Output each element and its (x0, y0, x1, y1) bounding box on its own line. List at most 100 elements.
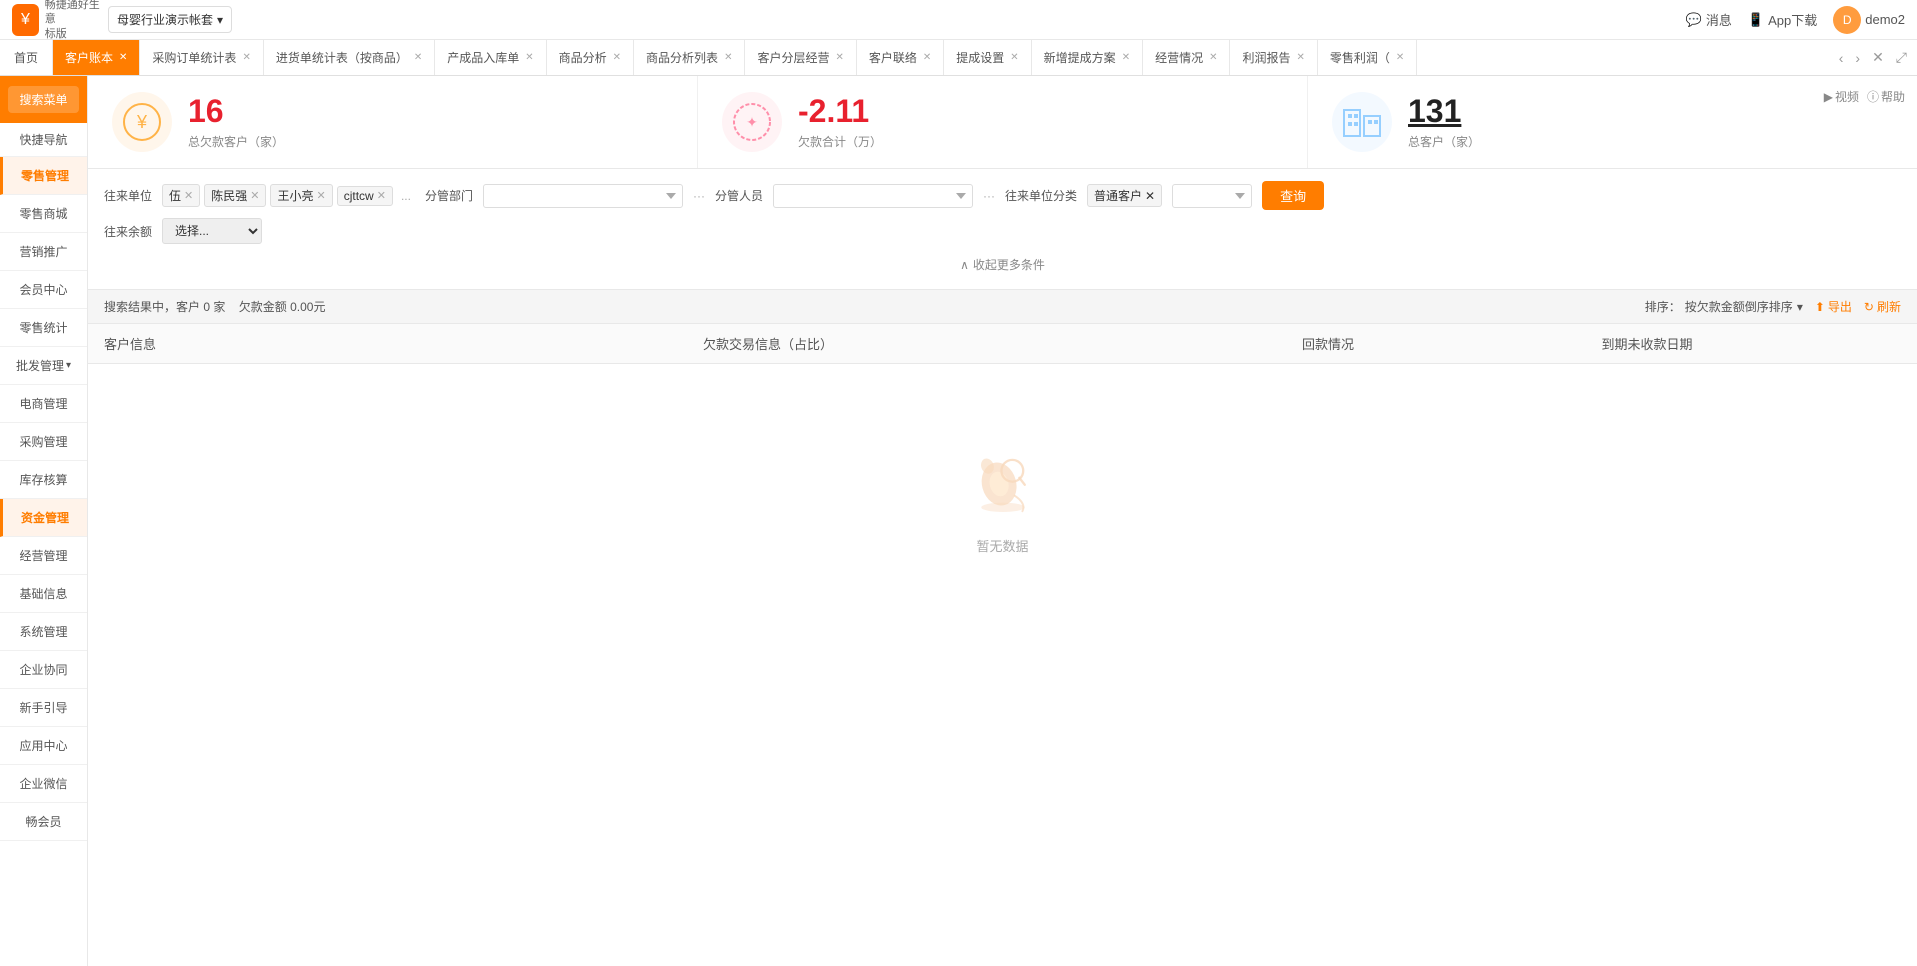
sidebar-item-marketing[interactable]: 营销推广 (0, 233, 87, 271)
filter-tag-remove-3[interactable]: ✕ (377, 189, 386, 202)
filter-tag-3: cjttcw ✕ (337, 186, 393, 206)
sidebar-item-inventory[interactable]: 库存核算 (0, 461, 87, 499)
table-header: 客户信息 欠款交易信息（占比） 回款情况 到期未收款日期 (88, 324, 1917, 364)
filter-tag-0: 伍 ✕ (162, 184, 200, 207)
tab-close-icon[interactable]: ✕ (414, 52, 422, 63)
stat-value-customers: 16 (188, 94, 284, 129)
sidebar-item-member-center[interactable]: 会员中心 (0, 271, 87, 309)
sidebar-item-retail-store[interactable]: 零售商城 (0, 195, 87, 233)
main-layout: 搜索菜单 快捷导航 零售管理 零售商城 营销推广 会员中心 零售统计 批发管理 … (0, 76, 1917, 966)
filter-dept-select[interactable] (483, 184, 683, 208)
tab-close-icon[interactable]: ✕ (1122, 52, 1130, 63)
tab-close-icon[interactable]: ✕ (1010, 52, 1018, 63)
tab-prev-icon[interactable]: ‹ (1835, 48, 1848, 68)
sidebar-item-wholesale[interactable]: 批发管理 ▾ (0, 347, 87, 385)
table-col-debt-info: 欠款交易信息（占比） (703, 334, 1302, 353)
stat-info-debt: -2.11 欠款合计（万） (798, 94, 882, 150)
filter-classify-label: 往来单位分类 (1005, 187, 1077, 204)
stat-total-customers: 131 总客户（家） ▶ 视频 ⓘ 帮助 (1308, 76, 1917, 168)
tab-promotion-settings[interactable]: 提成设置 ✕ (944, 40, 1031, 75)
svg-text:✦: ✦ (746, 114, 758, 130)
tab-retail-profit[interactable]: 零售利润（ ✕ (1318, 40, 1417, 75)
logo-icon: ¥ (12, 4, 39, 36)
tenant-selector[interactable]: 母婴行业演示帐套 ▾ (108, 6, 232, 33)
tab-purchase-order[interactable]: 采购订单统计表 ✕ (140, 40, 263, 75)
export-button[interactable]: ⬆ 导出 (1815, 298, 1852, 315)
tab-customer-segment[interactable]: 客户分层经营 ✕ (745, 40, 856, 75)
filter-row-main: 往来单位 伍 ✕ 陈民强 ✕ 王小亮 ✕ cjttcw (104, 181, 1901, 210)
tab-product-analysis-list[interactable]: 商品分析列表 ✕ (634, 40, 745, 75)
sidebar-item-operation[interactable]: 经营管理 (0, 537, 87, 575)
table-col-customer: 客户信息 (104, 334, 703, 353)
sidebar-item-ecommerce[interactable]: 电商管理 (0, 385, 87, 423)
tab-close-icon[interactable]: ✕ (119, 52, 127, 63)
sort-selector[interactable]: 排序： 按欠款金额倒序排序 ▾ (1645, 298, 1803, 315)
message-button[interactable]: 💬 消息 (1686, 10, 1732, 29)
tab-product-analysis[interactable]: 商品分析 ✕ (547, 40, 634, 75)
export-icon: ⬆ (1815, 300, 1825, 314)
sidebar-item-capital[interactable]: 资金管理 (0, 499, 87, 537)
table-container: 客户信息 欠款交易信息（占比） 回款情况 到期未收款日期 (88, 324, 1917, 966)
sidebar-item-retail-management[interactable]: 零售管理 (0, 157, 87, 195)
sidebar-item-enterprise-coop[interactable]: 企业协同 (0, 651, 87, 689)
tab-customer-account[interactable]: 客户账本 ✕ (53, 40, 140, 75)
sidebar-item-retail-stats[interactable]: 零售统计 (0, 309, 87, 347)
filter-tag-remove-2[interactable]: ✕ (317, 189, 326, 202)
tab-close-all-icon[interactable]: ✕ (1868, 47, 1888, 68)
sidebar-item-new-guide[interactable]: 新手引导 (0, 689, 87, 727)
query-button[interactable]: 查询 (1262, 181, 1324, 210)
filter-tag-remove-0[interactable]: ✕ (184, 189, 193, 202)
content-area: ¥ 16 总欠款客户（家） ✦ -2.11 欠款合计（ (88, 76, 1917, 966)
filter-person-select[interactable] (773, 184, 973, 208)
filter-classify-select[interactable] (1172, 184, 1252, 208)
search-menu-button[interactable]: 搜索菜单 (8, 86, 79, 113)
tab-maximize-icon[interactable]: ⤢ (1892, 47, 1911, 68)
tab-operation-status[interactable]: 经营情况 ✕ (1143, 40, 1230, 75)
filter-classify-tag-remove[interactable]: ✕ (1145, 189, 1155, 203)
filter-tag-remove-1[interactable]: ✕ (250, 189, 259, 202)
stat-icon-debt: ✦ (722, 92, 782, 152)
tab-product-inbound[interactable]: 产成品入库单 ✕ (435, 40, 546, 75)
sidebar-item-vip-member[interactable]: 畅会员 (0, 803, 87, 841)
collapse-button[interactable]: ∧ 收起更多条件 (952, 252, 1053, 277)
chevron-up-icon: ∧ (960, 258, 969, 272)
stats-row: ¥ 16 总欠款客户（家） ✦ -2.11 欠款合计（ (88, 76, 1917, 169)
filter-more-button[interactable]: ... (397, 187, 415, 205)
sidebar-item-purchase[interactable]: 采购管理 (0, 423, 87, 461)
tab-close-icon[interactable]: ✕ (1209, 52, 1217, 63)
tab-next-icon[interactable]: › (1851, 48, 1864, 68)
sidebar-item-basic-info[interactable]: 基础信息 (0, 575, 87, 613)
filter-extra-row: 往来余额 选择... (104, 218, 1901, 244)
help-link[interactable]: ⓘ 帮助 (1867, 88, 1905, 105)
refresh-button[interactable]: ↻ 刷新 (1864, 298, 1901, 315)
tab-close-icon[interactable]: ✕ (1297, 52, 1305, 63)
tab-close-icon[interactable]: ✕ (724, 52, 732, 63)
sidebar-quick-nav[interactable]: 快捷导航 (0, 123, 87, 157)
building-icon (1340, 102, 1384, 142)
summary-actions: 排序： 按欠款金额倒序排序 ▾ ⬆ 导出 ↻ 刷新 (1645, 298, 1901, 315)
tab-home[interactable]: 首页 (0, 40, 53, 75)
tab-close-icon[interactable]: ✕ (525, 52, 533, 63)
tab-close-icon[interactable]: ✕ (613, 52, 621, 63)
filter-unit-label: 往来单位 (104, 187, 152, 204)
filter-person-label: 分管人员 (715, 187, 763, 204)
sidebar-item-enterprise-wechat[interactable]: 企业微信 (0, 765, 87, 803)
tab-new-promotion[interactable]: 新增提成方案 ✕ (1032, 40, 1143, 75)
tab-close-icon[interactable]: ✕ (1396, 52, 1404, 63)
filter-dept-label: 分管部门 (425, 187, 473, 204)
tab-inbound-stats[interactable]: 进货单统计表（按商品） ✕ (264, 40, 435, 75)
user-menu[interactable]: D demo2 (1833, 6, 1905, 34)
app-download-button[interactable]: 📱 App下载 (1748, 10, 1817, 29)
sidebar-item-app-center[interactable]: 应用中心 (0, 727, 87, 765)
logo-text: 畅捷通好生意 标版 (45, 0, 100, 41)
stat-icon-customers: ¥ (112, 92, 172, 152)
video-link[interactable]: ▶ 视频 (1824, 88, 1859, 105)
sidebar-item-system[interactable]: 系统管理 (0, 613, 87, 651)
filter-balance-select[interactable]: 选择... (162, 218, 262, 244)
tab-profit-report[interactable]: 利润报告 ✕ (1230, 40, 1317, 75)
tab-customer-contact[interactable]: 客户联络 ✕ (857, 40, 944, 75)
tab-close-icon[interactable]: ✕ (835, 52, 843, 63)
tab-close-icon[interactable]: ✕ (242, 52, 250, 63)
video-icon: ▶ (1824, 90, 1833, 104)
tab-close-icon[interactable]: ✕ (923, 52, 931, 63)
